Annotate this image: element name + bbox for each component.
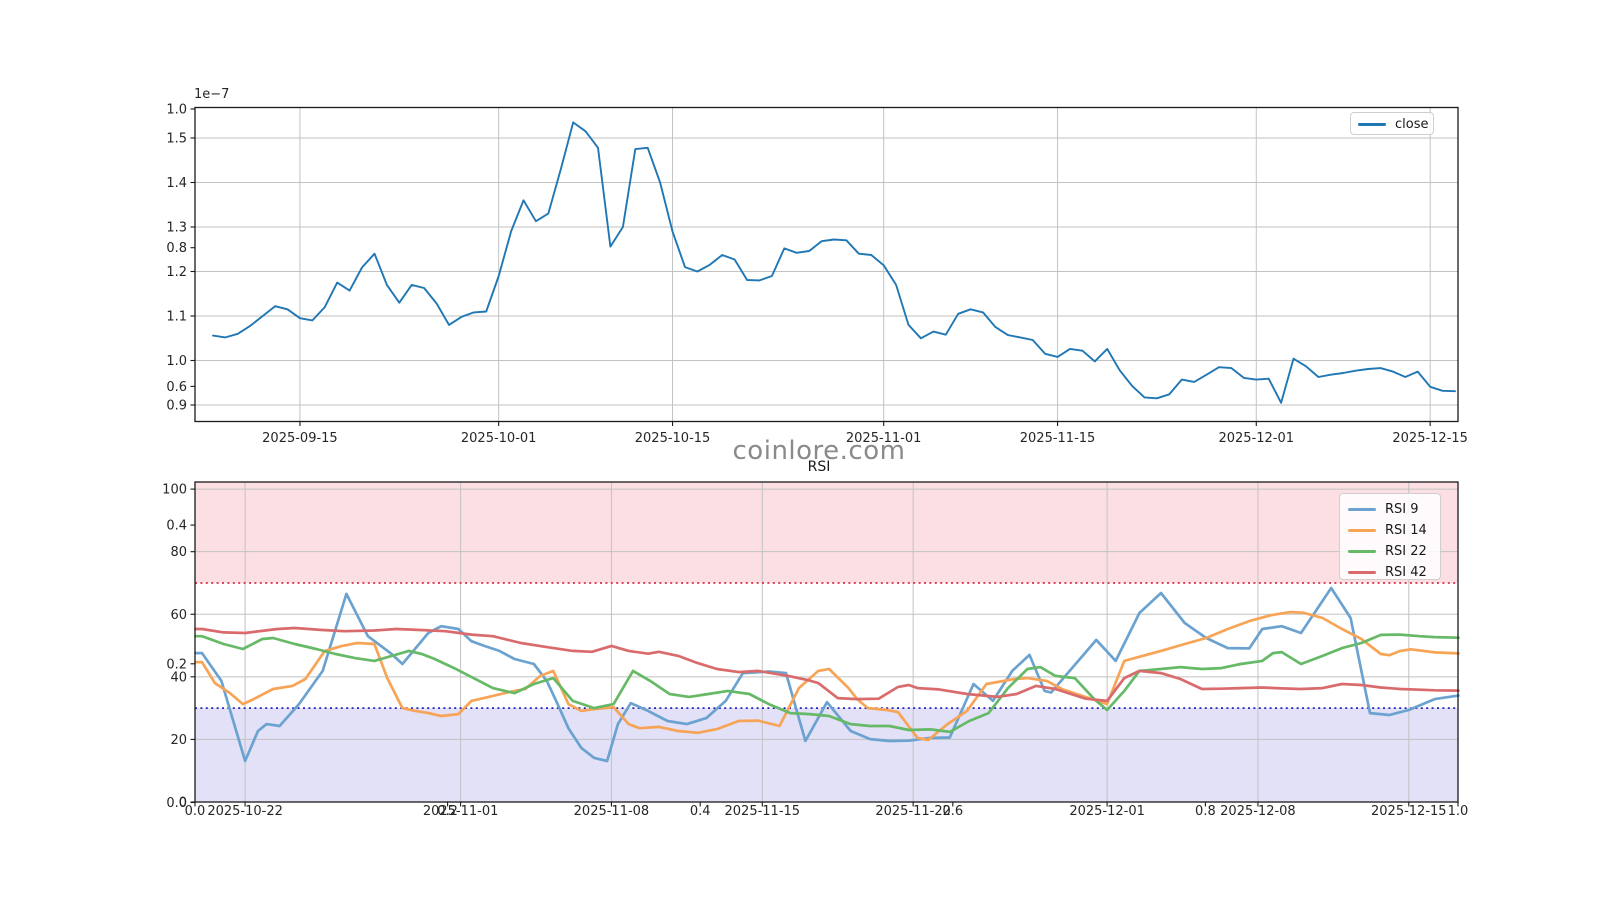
rsi-42-line [194,626,1460,703]
legend-row-rsi9: RSI 9 [1348,499,1432,520]
bottom-x-tick-label: 2025-12-08 [1220,804,1296,819]
bottom-y-tick-label: 60 [170,608,187,623]
hidden-axis-x-label: 0.0 [185,804,206,819]
legend-row-close: close [1358,116,1429,132]
rsi14-line-swatch [1348,529,1376,532]
top-y-tick-label: 1.3 [166,221,187,236]
rsi9-line-swatch [1348,508,1376,511]
legend-row-rsi22: RSI 22 [1348,541,1432,562]
top-y-tick-label: 1.2 [166,265,187,280]
bottom-y-tick-label: 40 [170,670,187,685]
rsi22-legend-label: RSI 22 [1385,544,1427,559]
hidden-axis-y-label: 0.8 [166,241,187,256]
price-rsi-chart-figure: 2025-09-15 2025-10-01 2025-10-15 2025-11-01… [0,0,1600,900]
bottom-x-tick-label: 2025-11-08 [574,804,650,819]
top-y-tick-label: 1.1 [166,310,187,325]
hidden-axis-y-label: 0.0 [166,796,187,811]
bottom-x-tick-label: 2025-12-01 [1069,804,1145,819]
top-panel-border [194,106,1459,423]
bottom-y-tick-label: 100 [162,483,187,498]
top-y-tick-label: 1.0 [166,354,187,369]
top-x-tick-label: 2025-12-15 [1392,431,1468,446]
rsi9-legend-label: RSI 9 [1385,502,1419,517]
oversold-band [195,708,1458,802]
rsi-panel-title: RSI [807,459,831,475]
hidden-axis-x-label: 0.2 [437,804,458,819]
bottom-y-tick-label: 80 [170,545,187,560]
hidden-axis-x-label: 0.8 [1195,804,1216,819]
rsi22-line-swatch [1348,550,1376,553]
legend-row-rsi14: RSI 14 [1348,520,1432,541]
legend-row-rsi42: RSI 42 [1348,562,1432,583]
top-x-tick-label: 2025-11-15 [1020,431,1096,446]
hidden-axis-y-label: 0.6 [166,380,187,395]
hidden-axis-y-label: 0.4 [166,519,187,534]
overbought-band [195,481,1458,583]
rsi42-line-swatch [1348,571,1376,574]
close-line-swatch [1358,122,1386,126]
top-x-tick-label: 2025-10-01 [461,431,537,446]
hidden-axis-x-label: 0.4 [690,804,711,819]
y-axis-offset-label: 1e−7 [194,87,230,102]
rsi-legend: RSI 9 RSI 14 RSI 22 RSI 42 [1339,493,1441,580]
bottom-x-tick-label: 2025-11-22 [875,804,951,819]
rsi14-legend-label: RSI 14 [1385,523,1427,538]
hidden-axis-y-label: 1.0 [166,103,187,118]
hidden-axis-y-label: 0.2 [166,657,187,672]
close-legend-label: close [1395,116,1429,132]
top-y-tick-label: 1.4 [166,176,187,191]
bottom-x-tick-label: 2025-12-15 [1371,804,1447,819]
bottom-x-tick-label: 2025-11-15 [725,804,801,819]
top-x-tick-label: 2025-12-01 [1218,431,1294,446]
bottom-y-tick-label: 20 [170,733,187,748]
top-y-tick-label: 1.5 [166,132,187,147]
close-legend: close [1350,112,1434,135]
hidden-axis-x-label: 1.0 [1448,804,1469,819]
hidden-axis-x-label: 0.6 [942,804,963,819]
top-y-tick-label: 0.9 [166,399,187,414]
bottom-x-tick-label: 2025-11-01 [423,804,499,819]
rsi42-legend-label: RSI 42 [1385,565,1427,580]
bottom-x-tick-label: 2025-10-22 [207,804,283,819]
top-x-tick-label: 2025-09-15 [262,431,338,446]
